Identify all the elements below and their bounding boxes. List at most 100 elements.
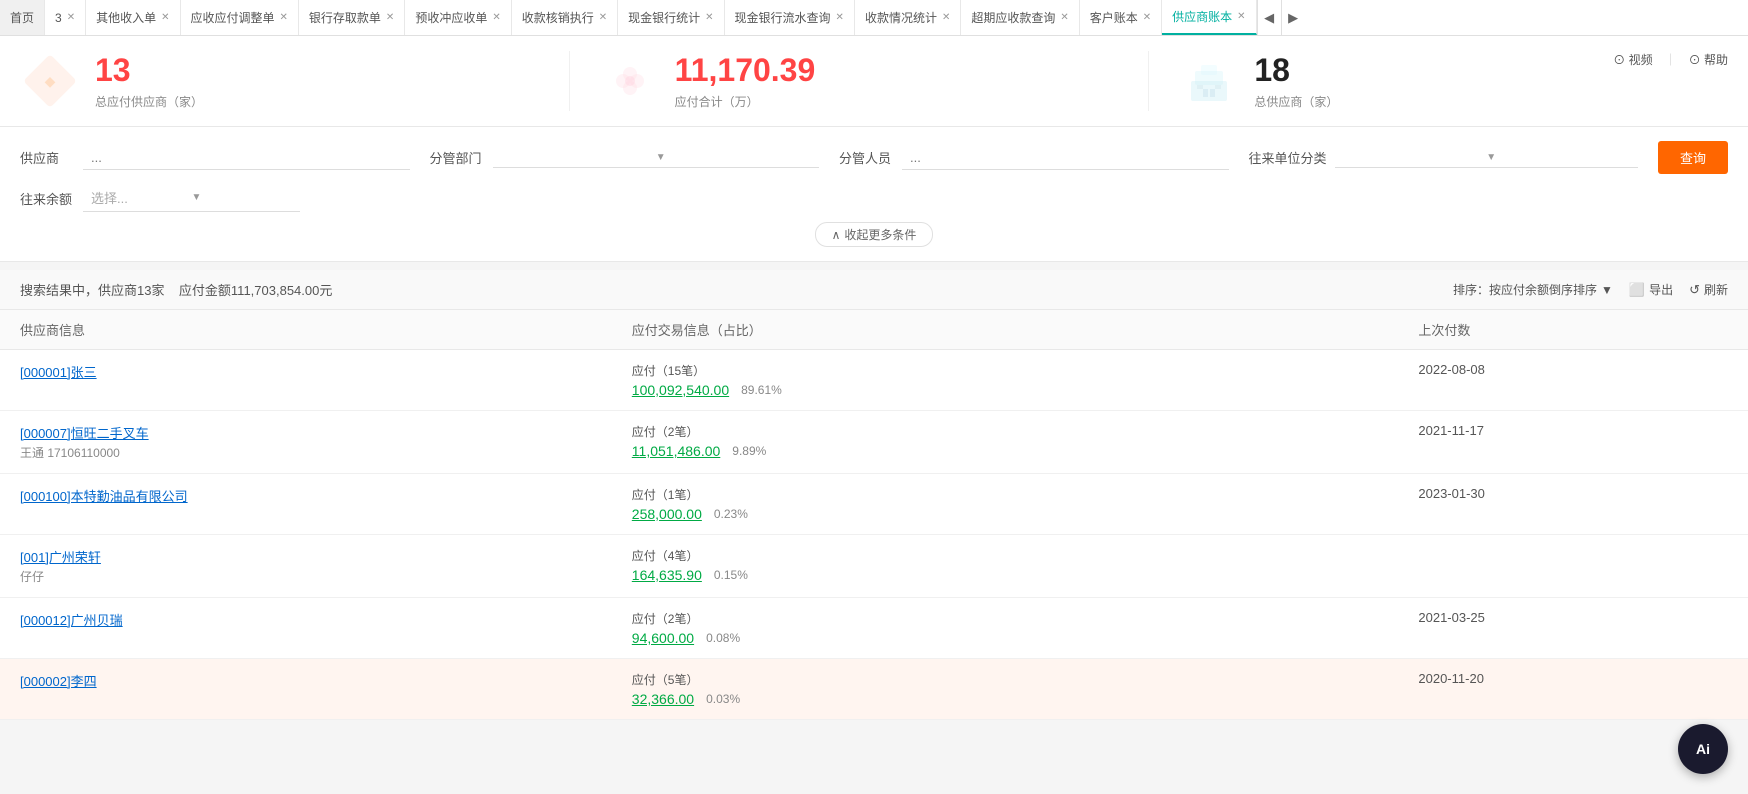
sort-label: 排序：按应付余额倒序排序 xyxy=(1453,281,1597,298)
nav-tab-home[interactable]: 首页 xyxy=(0,0,45,35)
supplier-link-5[interactable]: [000002]李四 xyxy=(20,674,97,689)
toolbar-result-info: 搜索结果中，供应商13家 应付金额111,703,854.00元 xyxy=(20,280,332,299)
nav-tab-cash-stats[interactable]: 现金银行统计 ✕ xyxy=(618,0,724,35)
tx-pct-2: 0.23% xyxy=(714,507,748,521)
supplier-link-2[interactable]: [000100]本特勤油品有限公司 xyxy=(20,489,188,504)
last-pay-cell-2: 2023-01-30 xyxy=(1398,474,1748,535)
transaction-cell-0: 应付（15笔）100,092,540.0089.61% xyxy=(612,350,1399,411)
tx-amount-1[interactable]: 11,051,486.00 xyxy=(632,443,721,459)
supplier-cell-1: [000007]恒旺二手叉车王通 17106110000 xyxy=(0,411,612,474)
help-link[interactable]: ⊙ 帮助 xyxy=(1689,51,1728,68)
tx-count-4: 应付（2笔） xyxy=(632,610,1379,627)
balance-label: 往来余额 xyxy=(20,189,75,208)
nav-tab-cash-flow-close[interactable]: ✕ xyxy=(836,12,844,23)
tx-amount-2[interactable]: 258,000.00 xyxy=(632,506,702,522)
nav-tab-customer-ledger-close[interactable]: ✕ xyxy=(1143,12,1151,23)
tx-amount-row-5: 32,366.000.03% xyxy=(632,691,1379,707)
supplier-link-0[interactable]: [000001]张三 xyxy=(20,365,97,380)
supplier-link-4[interactable]: [000012]广州贝瑞 xyxy=(20,613,123,628)
filter-person: 分管人员 xyxy=(839,146,1229,170)
table-row: [000012]广州贝瑞应付（2笔）94,600.000.08%2021-03-… xyxy=(0,598,1748,659)
sort-arrow-icon: ▼ xyxy=(1601,283,1613,297)
tx-pct-0: 89.61% xyxy=(741,383,782,397)
nav-tab-collection-stats-close[interactable]: ✕ xyxy=(942,12,950,23)
tx-count-2: 应付（1笔） xyxy=(632,486,1379,503)
supplier-input[interactable] xyxy=(83,146,410,170)
nav-tab-supplier-ledger-close[interactable]: ✕ xyxy=(1237,11,1245,22)
dept-select[interactable]: ▼ xyxy=(493,148,820,168)
nav-tab-adjustment-close[interactable]: ✕ xyxy=(280,12,288,23)
stat-label-total-suppliers: 总供应商（家） xyxy=(1254,93,1338,110)
filter-dept: 分管部门 ▼ xyxy=(430,148,820,168)
tx-amount-row-3: 164,635.90 0.15% xyxy=(632,567,1379,583)
nav-tab-customer-ledger[interactable]: 客户账本 ✕ xyxy=(1080,0,1162,35)
refresh-button[interactable]: ↺ 刷新 xyxy=(1689,281,1728,298)
nav-tab-cash-flow[interactable]: 现金银行流水查询 ✕ xyxy=(725,0,855,35)
nav-tab-bank-close[interactable]: ✕ xyxy=(386,12,394,23)
col-header-transaction: 应付交易信息（占比） xyxy=(612,310,1399,350)
supplier-link-1[interactable]: [000007]恒旺二手叉车 xyxy=(20,426,149,441)
nav-tab-adjustment[interactable]: 应收应付调整单 ✕ xyxy=(181,0,299,35)
collapse-button[interactable]: ∧ 收起更多条件 xyxy=(815,222,934,247)
transaction-cell-1: 应付（2笔）11,051,486.009.89% xyxy=(612,411,1399,474)
table-row: [001]广州荣轩仔仔 应付（4笔） 164,635.90 0.15% xyxy=(0,535,1748,598)
stat-block-payable-suppliers: ◆ 13 总应付供应商（家） xyxy=(20,51,570,111)
export-button[interactable]: ⬜ 导出 xyxy=(1629,281,1673,298)
ai-button[interactable]: Ai xyxy=(1678,724,1728,774)
table-row: [000100]本特勤油品有限公司 应付（1笔） 258,000.00 0.23% 20… xyxy=(0,474,1748,535)
stat-info-payable: 13 总应付供应商（家） xyxy=(95,52,203,110)
nav-tab-3-close[interactable]: ✕ xyxy=(67,12,75,23)
collapse-label: 收起更多条件 xyxy=(844,226,916,243)
filter-category: 往来单位分类 ▼ xyxy=(1249,148,1639,168)
supplier-label: 供应商 xyxy=(20,148,75,167)
nav-tab-other-income[interactable]: 其他收入单 ✕ xyxy=(86,0,180,35)
nav-tab-other-income-close[interactable]: ✕ xyxy=(161,12,169,23)
dept-arrow-icon: ▼ xyxy=(656,152,811,163)
person-input[interactable] xyxy=(902,146,1229,170)
header-actions: ⊙ 视频 ｜ ⊙ 帮助 xyxy=(1613,51,1728,68)
refresh-label: 刷新 xyxy=(1704,281,1728,298)
nav-tab-bank[interactable]: 银行存取款单 ✕ xyxy=(299,0,405,35)
sort-select[interactable]: 排序：按应付余额倒序排序 ▼ xyxy=(1453,281,1613,298)
nav-tab-customer-ledger-label: 客户账本 xyxy=(1090,9,1138,26)
help-icon: ⊙ xyxy=(1689,53,1701,67)
supplier-cell-0: [000001]张三 xyxy=(0,350,612,411)
table-wrapper: 供应商信息 应付交易信息（占比） 上次付数 [000001]张三应付（15笔）1… xyxy=(0,310,1748,720)
nav-tab-cash-stats-close[interactable]: ✕ xyxy=(705,12,713,23)
nav-prev-arrow[interactable]: ◀ xyxy=(1257,0,1281,35)
video-link[interactable]: ⊙ 视频 xyxy=(1613,51,1652,68)
nav-tab-receipts[interactable]: 收款核销执行 ✕ xyxy=(512,0,618,35)
stat-block-payable-total: 11,170.39 应付合计（万） xyxy=(600,51,1150,111)
stat-info-suppliers: 18 总供应商（家） xyxy=(1254,52,1338,110)
tx-amount-0[interactable]: 100,092,540.00 xyxy=(632,382,729,398)
flower-icon xyxy=(600,51,660,111)
category-select[interactable]: ▼ xyxy=(1335,148,1638,168)
nav-tab-collection-stats[interactable]: 收款情况统计 ✕ xyxy=(855,0,961,35)
supplier-cell-2: [000100]本特勤油品有限公司 xyxy=(0,474,612,535)
query-button[interactable]: 查询 xyxy=(1658,141,1728,174)
nav-tab-prepay[interactable]: 预收冲应收单 ✕ xyxy=(405,0,511,35)
table-body: [000001]张三应付（15笔）100,092,540.0089.61%202… xyxy=(0,350,1748,720)
nav-tab-receipts-close[interactable]: ✕ xyxy=(599,12,607,23)
tx-count-1: 应付（2笔） xyxy=(632,423,1379,440)
tx-amount-3[interactable]: 164,635.90 xyxy=(632,567,702,583)
nav-tab-overdue[interactable]: 超期应收款查询 ✕ xyxy=(961,0,1079,35)
filter-row-1: 供应商 分管部门 ▼ 分管人员 往来单位分类 ▼ 查询 xyxy=(20,141,1728,174)
nav-tab-3[interactable]: 3 ✕ xyxy=(45,0,86,35)
supplier-contact-1: 王通 17106110000 xyxy=(20,444,592,461)
table-row: [000002]李四应付（5笔）32,366.000.03%2020-11-20 xyxy=(0,659,1748,720)
tx-amount-5[interactable]: 32,366.00 xyxy=(632,691,694,707)
tx-amount-4[interactable]: 94,600.00 xyxy=(632,630,694,646)
nav-tab-supplier-ledger[interactable]: 供应商账本 ✕ xyxy=(1162,0,1256,35)
nav-next-arrow[interactable]: ▶ xyxy=(1281,0,1305,35)
tx-pct-3: 0.15% xyxy=(714,568,748,582)
nav-tab-prepay-close[interactable]: ✕ xyxy=(492,12,500,23)
supplier-cell-3: [001]广州荣轩仔仔 xyxy=(0,535,612,598)
nav-tab-overdue-close[interactable]: ✕ xyxy=(1060,12,1068,23)
tx-count-3: 应付（4笔） xyxy=(632,547,1379,564)
balance-arrow-icon: ▼ xyxy=(192,192,293,203)
supplier-link-3[interactable]: [001]广州荣轩 xyxy=(20,550,101,565)
table-toolbar: 搜索结果中，供应商13家 应付金额111,703,854.00元 排序：按应付余… xyxy=(0,270,1748,310)
balance-select[interactable]: 选择... ▼ xyxy=(83,184,300,212)
supplier-cell-4: [000012]广州贝瑞 xyxy=(0,598,612,659)
